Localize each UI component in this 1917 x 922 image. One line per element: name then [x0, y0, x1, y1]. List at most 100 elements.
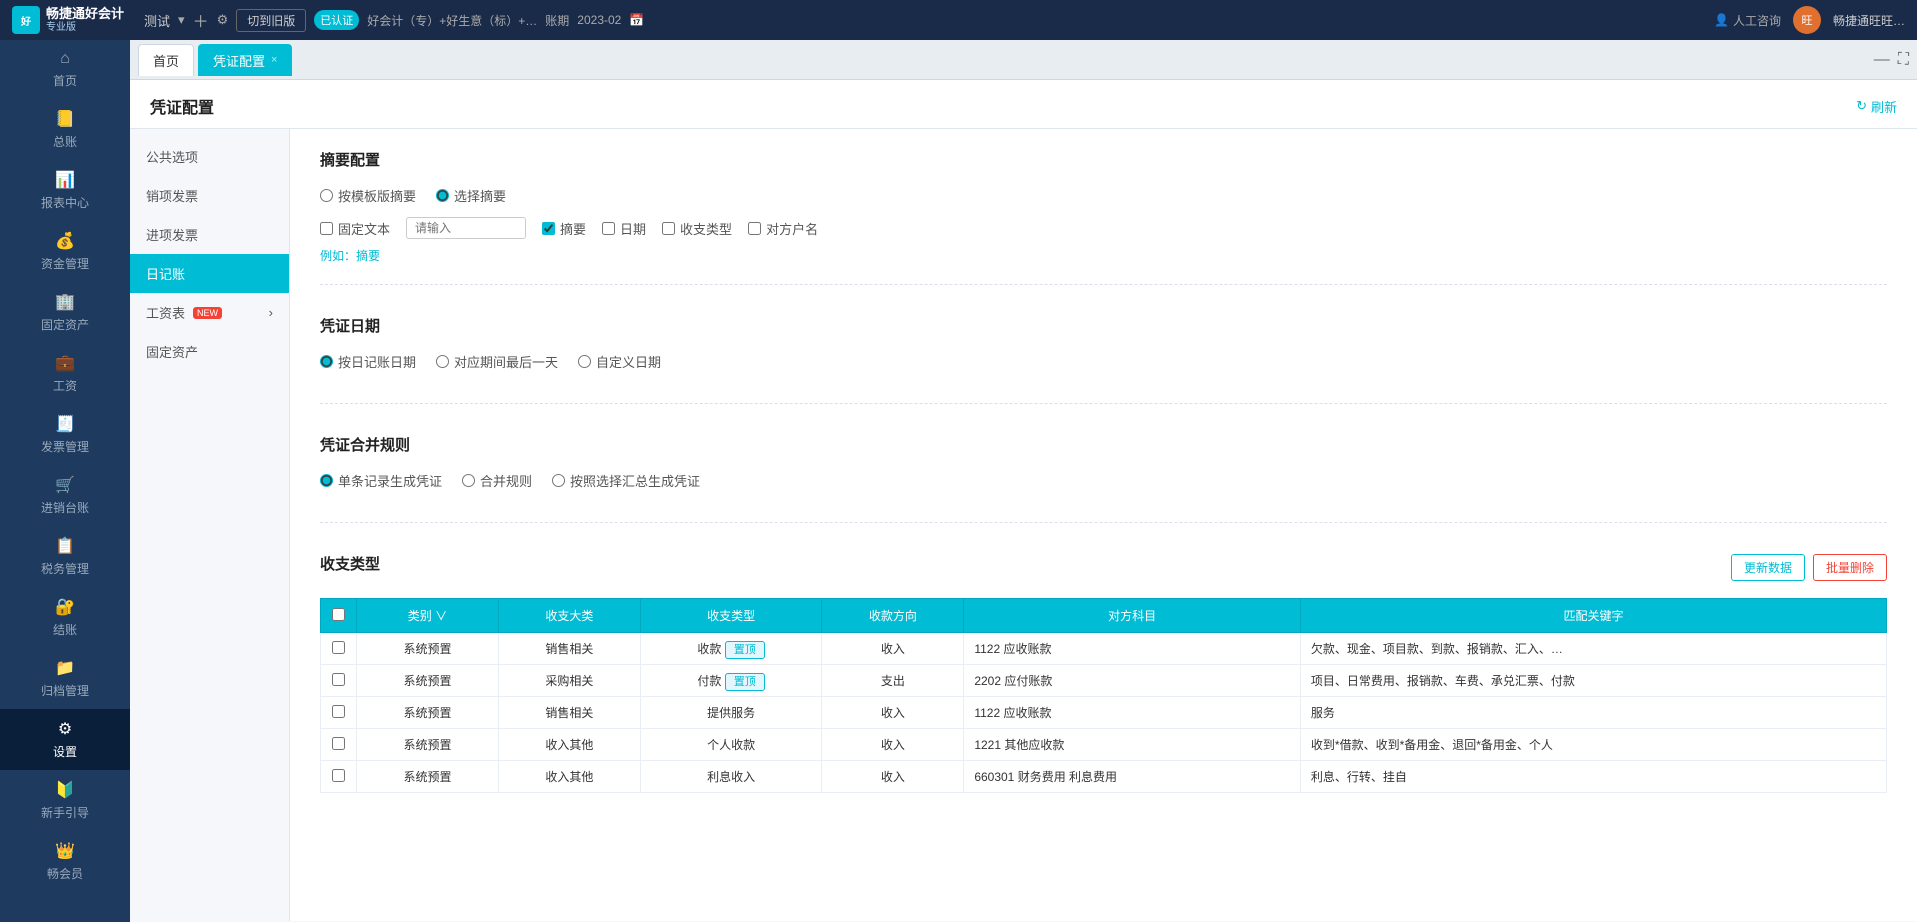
table-row: 系统预置 销售相关 收款 置顶 收入 1122 应收账款 欠款、现金、项目款、到… [321, 633, 1887, 665]
config-menu-sales-invoice[interactable]: 销项发票 [130, 176, 289, 215]
radio-template[interactable]: 按模板版摘要 [320, 186, 416, 205]
checkbox-income-type[interactable]: 收支类型 [662, 219, 732, 238]
logo-line1: 畅捷通好会计 [46, 6, 124, 22]
th-account: 对方科目 [964, 599, 1301, 633]
th-major: 收支大类 [498, 599, 640, 633]
checkbox-fixed-text-input[interactable] [320, 222, 333, 235]
config-menu-payroll-label: 工资表 [146, 303, 185, 322]
pin-tag-2[interactable]: 置顶 [725, 673, 765, 691]
tab-voucher-config[interactable]: 凭证配置 × [198, 44, 292, 76]
tab-minimize-button[interactable]: — [1874, 51, 1890, 69]
radio-diary-date-input[interactable] [320, 355, 333, 368]
td-account-3: 1122 应收账款 [964, 697, 1301, 729]
config-menu-diary[interactable]: 日记账 [130, 254, 289, 293]
batch-delete-button[interactable]: 批量删除 [1813, 554, 1887, 581]
checkbox-counterpart-name[interactable]: 对方户名 [748, 219, 818, 238]
update-data-button[interactable]: 更新数据 [1731, 554, 1805, 581]
sidebar-item-purchase[interactable]: 🛒 进销台账 [0, 465, 130, 526]
sidebar-item-member[interactable]: 👑 畅会员 [0, 831, 130, 892]
th-category: 类别 ∨ [357, 599, 499, 633]
sidebar-item-closing[interactable]: 🔐 结账 [0, 587, 130, 648]
radio-select[interactable]: 选择摘要 [436, 186, 506, 205]
sidebar-item-guide[interactable]: 🔰 新手引导 [0, 770, 130, 831]
sidebar-item-archive[interactable]: 📁 归档管理 [0, 648, 130, 709]
row-checkbox-1[interactable] [332, 641, 345, 654]
switch-version-button[interactable]: 切到旧版 [236, 9, 306, 32]
pin-tag-1[interactable]: 置顶 [725, 641, 765, 659]
top-bar: 好 畅捷通好会计 专业版 测试 ▾ ＋ ⚙ 切到旧版 已认证 好会计（专）+好生… [0, 0, 1917, 40]
tab-home[interactable]: 首页 [138, 44, 194, 76]
row-checkbox-4[interactable] [332, 737, 345, 750]
config-menu-sales-label: 销项发票 [146, 186, 198, 205]
th-direction: 收款方向 [822, 599, 964, 633]
checkbox-counterpart-name-input[interactable] [748, 222, 761, 235]
sidebar-item-salary[interactable]: 💼 工资 [0, 343, 130, 404]
row-checkbox-5[interactable] [332, 769, 345, 782]
checkbox-summary[interactable]: 摘要 [542, 219, 586, 238]
period-value: 2023-02 [577, 13, 621, 27]
checkbox-date[interactable]: 日期 [602, 219, 646, 238]
logo-line2: 专业版 [46, 22, 124, 34]
radio-custom-date[interactable]: 自定义日期 [578, 352, 661, 371]
refresh-button[interactable]: ↻ 刷新 [1856, 97, 1897, 116]
sidebar-item-invoices[interactable]: 🧾 发票管理 [0, 404, 130, 465]
td-category-2: 系统预置 [357, 665, 499, 697]
radio-select-input[interactable] [436, 189, 449, 202]
checkbox-summary-input[interactable] [542, 222, 555, 235]
td-category-1: 系统预置 [357, 633, 499, 665]
tab-close-icon[interactable]: × [271, 54, 277, 66]
fixed-text-input[interactable] [406, 217, 526, 239]
sidebar-item-reports[interactable]: 📊 报表中心 [0, 160, 130, 221]
checkbox-date-input[interactable] [602, 222, 615, 235]
sidebar-item-home[interactable]: ⌂ 首页 [0, 40, 130, 99]
radio-last-day[interactable]: 对应期间最后一天 [436, 352, 558, 371]
td-account-1: 1122 应收账款 [964, 633, 1301, 665]
tab-expand-button[interactable]: ⛶ [1898, 51, 1909, 69]
th-type: 收支类型 [640, 599, 822, 633]
radio-merge-rule-input[interactable] [462, 474, 475, 487]
sidebar-item-assets[interactable]: 🏢 固定资产 [0, 282, 130, 343]
radio-diary-date-label: 按日记账日期 [338, 352, 416, 371]
td-account-2: 2202 应付账款 [964, 665, 1301, 697]
row-checkbox-3[interactable] [332, 705, 345, 718]
td-direction-2: 支出 [822, 665, 964, 697]
certified-badge: 已认证 [314, 10, 359, 30]
radio-template-input[interactable] [320, 189, 333, 202]
radio-summary-generate-input[interactable] [552, 474, 565, 487]
sidebar-item-funds[interactable]: 💰 资金管理 [0, 221, 130, 282]
gear-icon[interactable]: ⚙ [217, 12, 229, 28]
radio-diary-date[interactable]: 按日记账日期 [320, 352, 416, 371]
calendar-icon[interactable]: 📅 [629, 13, 644, 27]
th-select-all[interactable] [321, 599, 357, 633]
config-menu-purchase-invoice[interactable]: 进项发票 [130, 215, 289, 254]
merge-radio-group: 单条记录生成凭证 合并规则 按照选择汇总生成凭证 [320, 471, 1887, 490]
ledger-icon: 📒 [55, 109, 75, 129]
row-checkbox-2[interactable] [332, 673, 345, 686]
sidebar-item-settings[interactable]: ⚙ 设置 [0, 709, 130, 770]
radio-custom-date-input[interactable] [578, 355, 591, 368]
radio-merge-rule[interactable]: 合并规则 [462, 471, 532, 490]
config-menu-payroll[interactable]: 工资表 NEW › [130, 293, 289, 332]
td-keywords-5: 利息、行转、挂自 [1300, 761, 1886, 793]
config-menu-public[interactable]: 公共选项 [130, 137, 289, 176]
td-keywords-2: 项目、日常费用、报销款、车费、承兑汇票、付款 [1300, 665, 1886, 697]
company-dropdown[interactable]: ▾ [178, 12, 185, 28]
config-menu-fixed-assets[interactable]: 固定资产 [130, 332, 289, 371]
checkbox-income-type-input[interactable] [662, 222, 675, 235]
sidebar-item-ledger[interactable]: 📒 总账 [0, 99, 130, 160]
checkbox-fixed-text[interactable]: 固定文本 [320, 219, 390, 238]
radio-last-day-input[interactable] [436, 355, 449, 368]
salary-icon: 💼 [55, 353, 75, 373]
add-button[interactable]: ＋ [193, 8, 209, 32]
sidebar-label-tax: 税务管理 [41, 560, 89, 577]
select-all-checkbox[interactable] [332, 608, 345, 621]
radio-summary-generate[interactable]: 按照选择汇总生成凭证 [552, 471, 700, 490]
service-button[interactable]: 👤 人工咨询 [1714, 12, 1781, 29]
radio-single-record-input[interactable] [320, 474, 333, 487]
radio-single-record[interactable]: 单条记录生成凭证 [320, 471, 442, 490]
config-menu-diary-label: 日记账 [146, 264, 185, 283]
username[interactable]: 畅捷通旺旺… [1833, 12, 1905, 29]
new-badge: NEW [193, 307, 222, 319]
sidebar-item-tax[interactable]: 📋 税务管理 [0, 526, 130, 587]
sidebar-label-ledger: 总账 [53, 133, 77, 150]
